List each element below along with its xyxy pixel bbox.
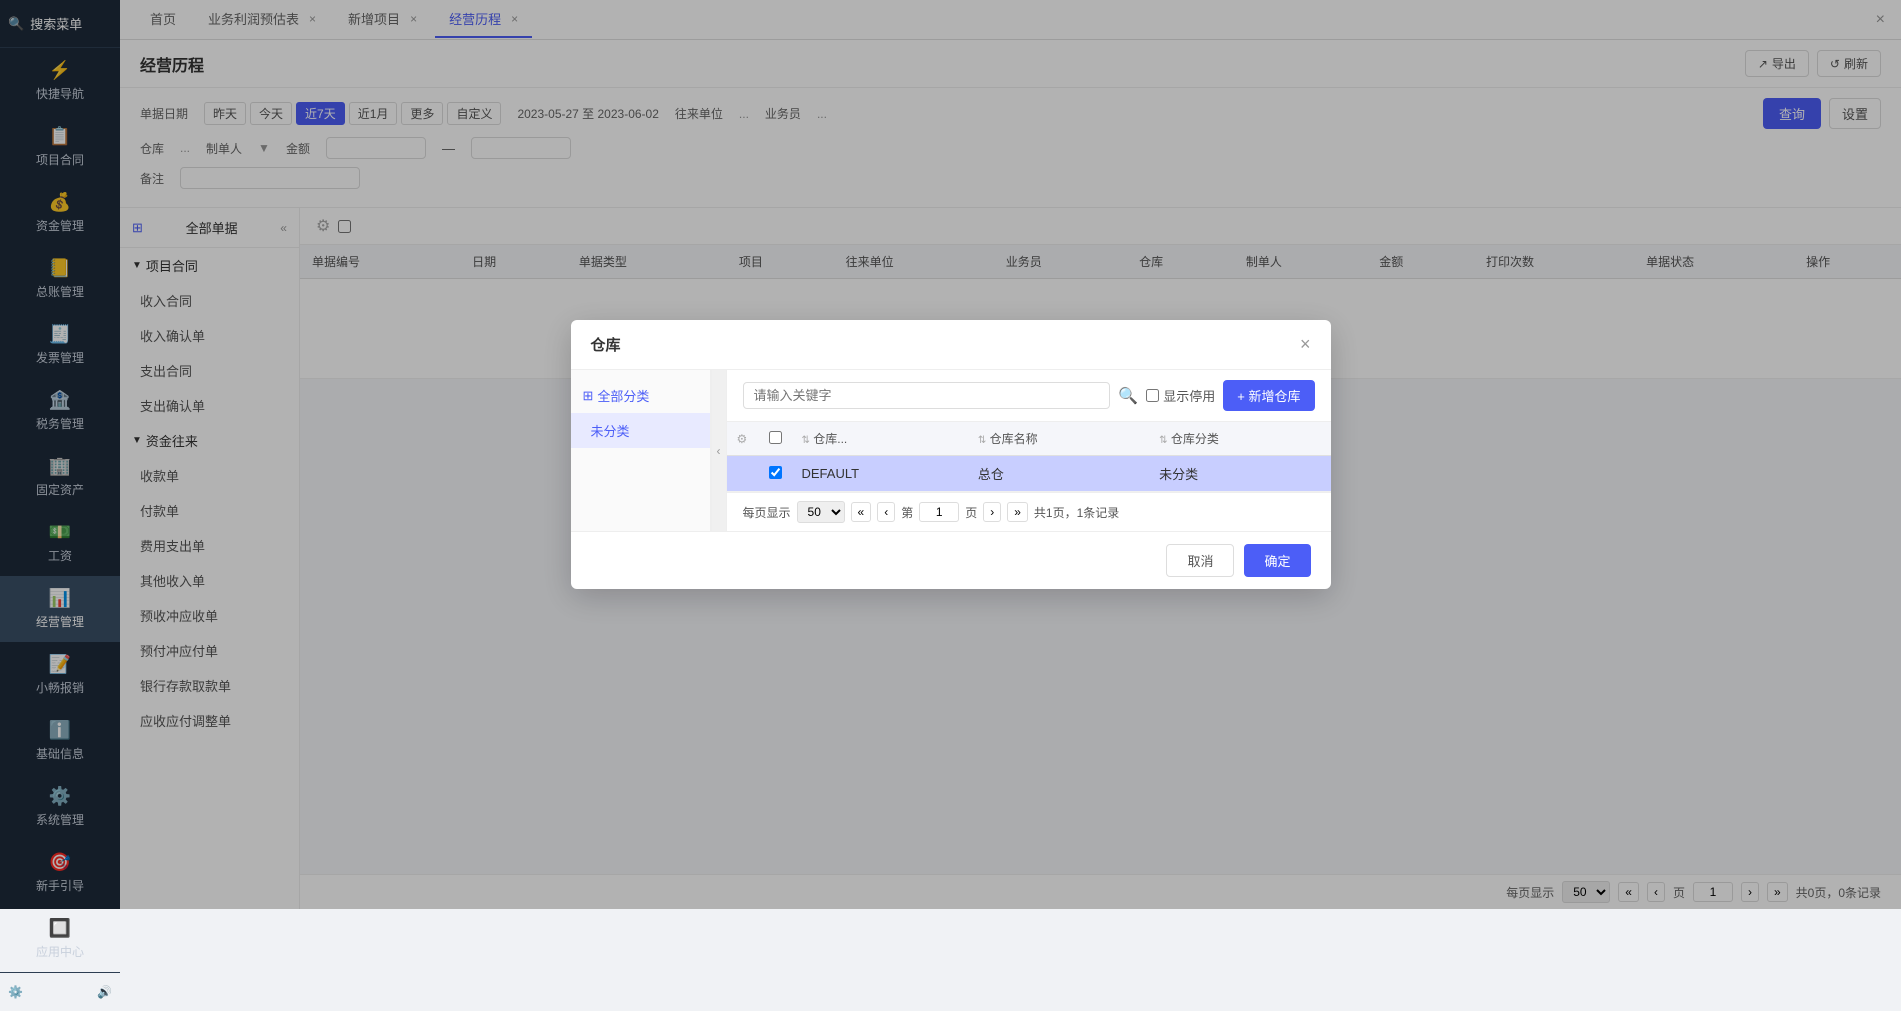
modal-header: 仓库 × bbox=[571, 320, 1331, 370]
modal-per-page-select[interactable]: 50 bbox=[797, 501, 845, 523]
modal-col-checkbox bbox=[759, 422, 792, 456]
modal-left-panel: ⊞ 全部分类 未分类 bbox=[571, 370, 711, 531]
modal-first-page[interactable]: « bbox=[851, 502, 872, 522]
row-category: 未分类 bbox=[1149, 456, 1330, 492]
sort-icon-3: ⇅ bbox=[1159, 435, 1167, 446]
modal-overlay: 仓库 × ⊞ 全部分类 未分类 ‹ 🔍 显示停 bbox=[0, 0, 1901, 909]
sidebar-item-app-center[interactable]: 🔲 应用中心 bbox=[0, 906, 120, 972]
row-gear bbox=[727, 456, 759, 492]
modal-gear-icon[interactable]: ⚙ bbox=[737, 432, 748, 446]
modal-toolbar: 🔍 显示停用 + 新增仓库 bbox=[727, 370, 1331, 422]
app-center-icon: 🔲 bbox=[49, 918, 71, 939]
modal-right-panel: 🔍 显示停用 + 新增仓库 ⚙ bbox=[727, 370, 1331, 531]
row-select-checkbox[interactable] bbox=[769, 466, 782, 479]
modal-total-info: 共1页，1条记录 bbox=[1034, 504, 1119, 521]
modal-search-input[interactable] bbox=[743, 382, 1111, 409]
modal-close-button[interactable]: × bbox=[1300, 334, 1311, 355]
cancel-button[interactable]: 取消 bbox=[1166, 544, 1234, 577]
modal-collapse-button[interactable]: ‹ bbox=[711, 370, 727, 531]
add-warehouse-button[interactable]: + 新增仓库 bbox=[1223, 380, 1314, 411]
table-row[interactable]: DEFAULT 总仓 未分类 bbox=[727, 456, 1331, 492]
modal-table-wrap: ⚙ ⇅ 仓库... ⇅ bbox=[727, 422, 1331, 492]
modal-page-label: 第 bbox=[901, 504, 913, 521]
sort-icon-2: ⇅ bbox=[978, 435, 986, 446]
show-disabled-checkbox[interactable] bbox=[1146, 389, 1159, 402]
sidebar-footer: ⚙️ 🔊 bbox=[0, 972, 120, 1011]
modal-body: ⊞ 全部分类 未分类 ‹ 🔍 显示停用 + 新增仓库 bbox=[571, 370, 1331, 531]
modal-pagination: 每页显示 50 « ‹ 第 页 › » 共1页，1条记录 bbox=[727, 492, 1331, 531]
modal-page-input[interactable] bbox=[919, 502, 959, 522]
modal-footer: 取消 确定 bbox=[571, 531, 1331, 589]
row-checkbox bbox=[759, 456, 792, 492]
confirm-button[interactable]: 确定 bbox=[1244, 544, 1310, 577]
sort-icon: ⇅ bbox=[802, 435, 810, 446]
modal-next-page[interactable]: › bbox=[983, 502, 1001, 522]
grid-icon: ⊞ bbox=[583, 388, 594, 404]
modal-warehouse-table: ⚙ ⇅ 仓库... ⇅ bbox=[727, 422, 1331, 492]
modal-title: 仓库 bbox=[591, 334, 621, 355]
modal-col-category: ⇅ 仓库分类 bbox=[1149, 422, 1330, 456]
modal-all-categories[interactable]: ⊞ 全部分类 bbox=[571, 378, 710, 413]
modal-col-code: ⇅ 仓库... bbox=[792, 422, 968, 456]
settings-icon[interactable]: ⚙️ bbox=[8, 985, 23, 999]
show-disabled-label: 显示停用 bbox=[1146, 386, 1215, 405]
modal-col-gear: ⚙ bbox=[727, 422, 759, 456]
modal-select-all[interactable] bbox=[769, 431, 782, 444]
modal-per-page-label: 每页显示 bbox=[743, 504, 791, 521]
modal-category-unclassified[interactable]: 未分类 bbox=[571, 413, 710, 448]
warehouse-modal: 仓库 × ⊞ 全部分类 未分类 ‹ 🔍 显示停 bbox=[571, 320, 1331, 589]
modal-prev-page[interactable]: ‹ bbox=[877, 502, 895, 522]
modal-search-button[interactable]: 🔍 bbox=[1118, 386, 1138, 406]
row-name: 总仓 bbox=[968, 456, 1149, 492]
modal-page-suffix: 页 bbox=[965, 504, 977, 521]
modal-col-name: ⇅ 仓库名称 bbox=[968, 422, 1149, 456]
modal-last-page[interactable]: » bbox=[1007, 502, 1028, 522]
volume-icon[interactable]: 🔊 bbox=[97, 985, 112, 999]
row-code: DEFAULT bbox=[792, 456, 968, 492]
